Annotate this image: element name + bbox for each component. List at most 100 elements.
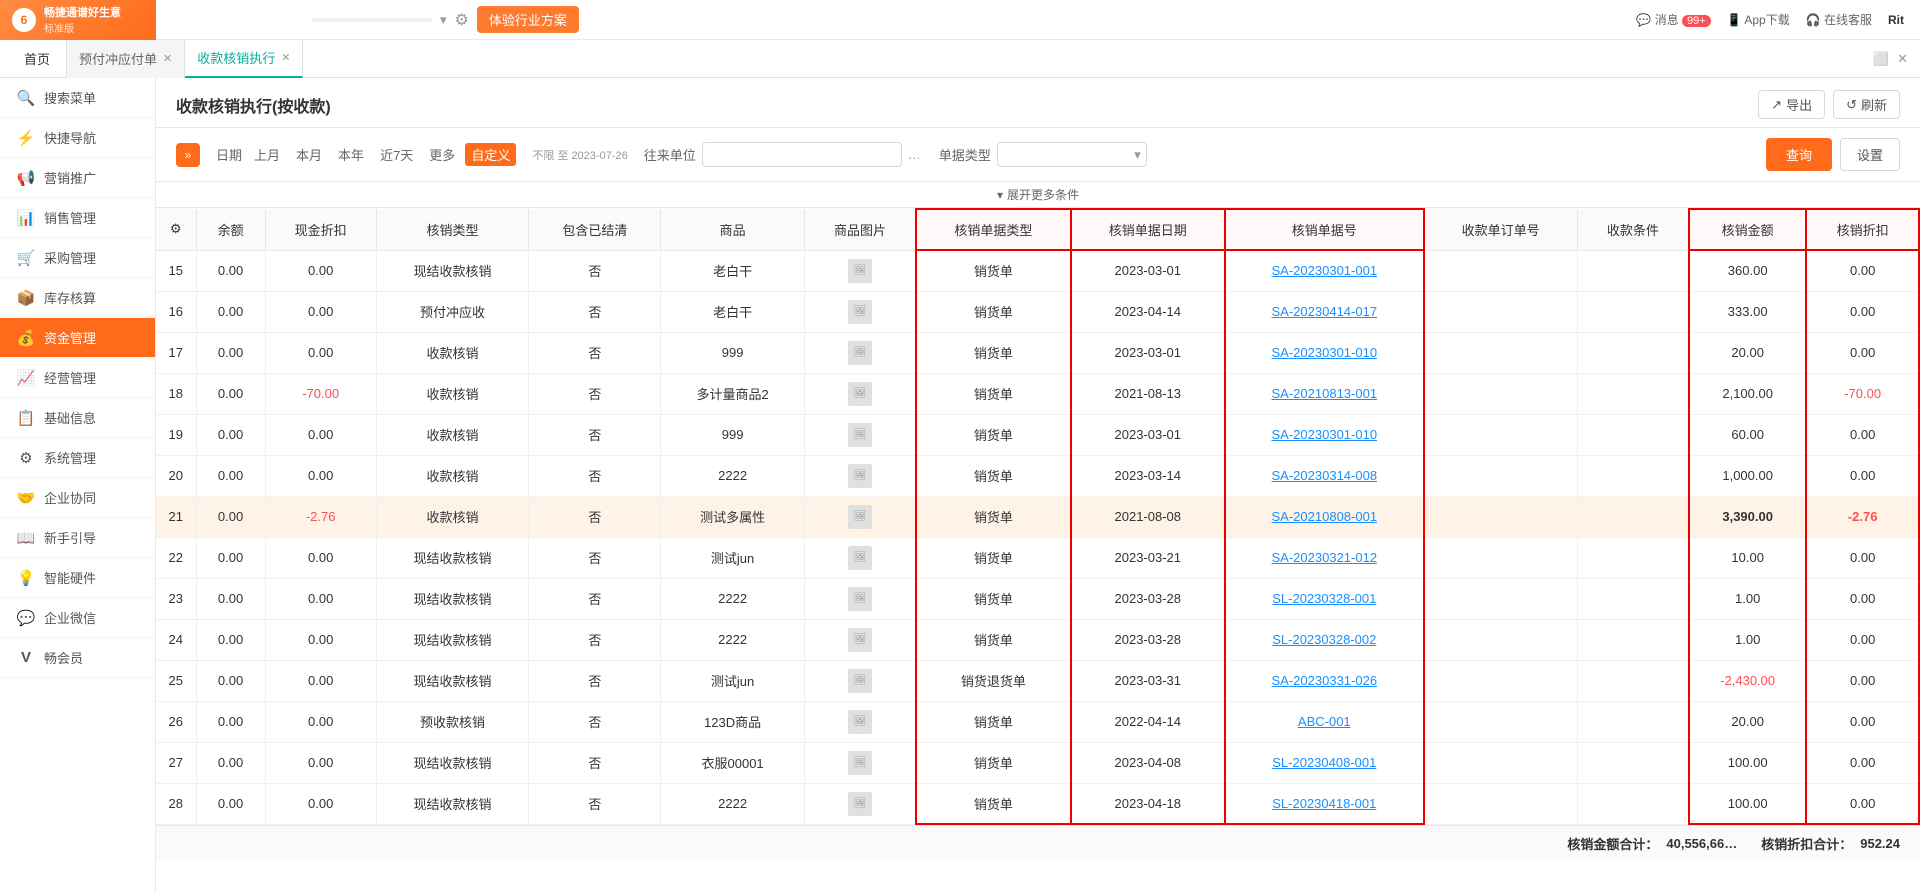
tab-prepay-close[interactable]: ✕ xyxy=(163,52,172,65)
date-this-year[interactable]: 本年 xyxy=(332,143,370,166)
doc-no-cell[interactable]: SA-20230301-010 xyxy=(1225,332,1424,373)
filter-toggle-btn[interactable]: » xyxy=(176,143,200,167)
doc-date-cell: 2023-03-01 xyxy=(1071,414,1225,455)
doc-no-cell[interactable]: SA-20230414-017 xyxy=(1225,291,1424,332)
th-doc-no: 核销单据号 xyxy=(1225,209,1424,250)
goods-img-cell: 🖼 xyxy=(804,291,916,332)
purchase-icon: 🛒 xyxy=(16,249,36,267)
sidebar-item-wechat[interactable]: 💬 企业微信 xyxy=(0,598,155,638)
has-settled-cell: 否 xyxy=(529,291,661,332)
setting-button[interactable]: 设置 xyxy=(1840,138,1900,171)
balance-cell: 0.00 xyxy=(196,660,265,701)
doc-no-cell[interactable]: SL-20230328-001 xyxy=(1225,578,1424,619)
sidebar-item-operation[interactable]: 📈 经营管理 xyxy=(0,358,155,398)
doc-no-cell[interactable]: SA-20230301-001 xyxy=(1225,250,1424,291)
date-last-month[interactable]: 上月 xyxy=(248,143,286,166)
goods-cell: 测试jun xyxy=(661,537,805,578)
doc-no-cell[interactable]: SL-20230328-002 xyxy=(1225,619,1424,660)
sidebar-item-member[interactable]: V 畅会员 xyxy=(0,638,155,678)
doc-no-cell[interactable]: SA-20230301-010 xyxy=(1225,414,1424,455)
app-download-btn[interactable]: 📱 App下载 xyxy=(1727,11,1790,28)
has-settled-cell: 否 xyxy=(529,578,661,619)
row-num: 19 xyxy=(156,414,196,455)
tab-writeoff[interactable]: 收款核销执行 ✕ xyxy=(185,40,303,78)
online-service-btn[interactable]: 🎧 在线客服 xyxy=(1806,11,1872,28)
main-layout: 🔍 搜索菜单 ⚡ 快捷导航 📢 营销推广 📊 销售管理 🛒 采购管理 📦 xyxy=(0,78,1920,893)
sidebar-item-inventory[interactable]: 📦 库存核算 xyxy=(0,278,155,318)
partner-input[interactable] xyxy=(702,142,902,167)
th-settings[interactable]: ⚙ xyxy=(156,209,196,250)
logo-text: 畅捷通谱好生意 xyxy=(44,4,121,20)
tab-close-all-icon[interactable]: ✕ xyxy=(1897,51,1908,67)
tab-home[interactable]: 首页 xyxy=(8,40,67,78)
doc-no-cell[interactable]: SA-20210813-001 xyxy=(1225,373,1424,414)
sidebar-item-search[interactable]: 🔍 搜索菜单 xyxy=(0,78,155,118)
sidebar-item-basic[interactable]: 📋 基础信息 xyxy=(0,398,155,438)
writeoff-discount-cell: -2.76 xyxy=(1806,496,1919,537)
tab-writeoff-close[interactable]: ✕ xyxy=(281,51,290,64)
voucher-type-select[interactable]: 销货单 销货退货单 xyxy=(997,142,1147,167)
sidebar-item-sales[interactable]: 📊 销售管理 xyxy=(0,198,155,238)
doc-no-cell[interactable]: SA-20230331-026 xyxy=(1225,660,1424,701)
date-custom[interactable]: 自定义 xyxy=(465,143,516,166)
goods-cell: 999 xyxy=(661,332,805,373)
sidebar-item-collab[interactable]: 🤝 企业协同 xyxy=(0,478,155,518)
tab-prepay[interactable]: 预付冲应付单 ✕ xyxy=(67,40,185,78)
writeoff-type-cell: 收款核销 xyxy=(376,373,529,414)
doc-date-cell: 2023-03-28 xyxy=(1071,578,1225,619)
goods-cell: 2222 xyxy=(661,783,805,824)
sidebar-item-finance[interactable]: 💰 资金管理 xyxy=(0,318,155,358)
doc-no-cell[interactable]: ABC-001 xyxy=(1225,701,1424,742)
user-label[interactable]: Rit xyxy=(1888,13,1904,27)
inventory-icon: 📦 xyxy=(16,289,36,307)
sidebar-item-quicknav[interactable]: ⚡ 快捷导航 xyxy=(0,118,155,158)
refresh-icon: ↺ xyxy=(1846,97,1857,113)
sidebar-menu: 🔍 搜索菜单 ⚡ 快捷导航 📢 营销推广 📊 销售管理 🛒 采购管理 📦 xyxy=(0,78,155,893)
filter-bar: » 日期 上月 本月 本年 近7天 更多 自定义 不限 至 2023-07-26… xyxy=(156,128,1920,182)
table-row: 200.000.00收款核销否2222🖼销货单2023-03-14SA-2023… xyxy=(156,455,1919,496)
refresh-button[interactable]: ↺ 刷新 xyxy=(1833,90,1900,119)
query-button[interactable]: 查询 xyxy=(1766,138,1832,171)
export-button[interactable]: ↗ 导出 xyxy=(1758,90,1825,119)
table-row: 250.000.00现结收款核销否测试jun🖼销货退货单2023-03-31SA… xyxy=(156,660,1919,701)
partner-dots[interactable]: … xyxy=(908,147,923,162)
doc-no-cell[interactable]: SL-20230418-001 xyxy=(1225,783,1424,824)
sidebar-item-hardware[interactable]: 💡 智能硬件 xyxy=(0,558,155,598)
writeoff-type-cell: 现结收款核销 xyxy=(376,660,529,701)
company-selector[interactable] xyxy=(312,18,432,22)
cash-discount-cell: 0.00 xyxy=(265,455,376,496)
goods-img-cell: 🖼 xyxy=(804,701,916,742)
doc-type-cell: 销货单 xyxy=(916,619,1070,660)
doc-no-cell[interactable]: SA-20230321-012 xyxy=(1225,537,1424,578)
doc-no-cell[interactable]: SL-20230408-001 xyxy=(1225,742,1424,783)
hardware-icon: 💡 xyxy=(16,569,36,587)
date-this-month[interactable]: 本月 xyxy=(290,143,328,166)
expand-conditions-btn[interactable]: ▾ 展开更多条件 xyxy=(997,186,1079,203)
doc-date-cell: 2023-03-01 xyxy=(1071,332,1225,373)
sidebar-item-guide[interactable]: 📖 新手引导 xyxy=(0,518,155,558)
writeoff-discount-cell: 0.00 xyxy=(1806,250,1919,291)
header-row: ⚙ 余额 现金折扣 核销类型 包含已结清 商品 商品图片 核销单据类型 核销单据… xyxy=(156,209,1919,250)
doc-no-cell[interactable]: SA-20210808-001 xyxy=(1225,496,1424,537)
column-settings-icon[interactable]: ⚙ xyxy=(170,221,182,236)
has-settled-cell: 否 xyxy=(529,660,661,701)
date-more[interactable]: 更多 xyxy=(423,143,461,166)
balance-cell: 0.00 xyxy=(196,701,265,742)
sidebar-item-purchase[interactable]: 🛒 采购管理 xyxy=(0,238,155,278)
balance-cell: 0.00 xyxy=(196,783,265,824)
sidebar-item-marketing[interactable]: 📢 营销推广 xyxy=(0,158,155,198)
gear-icon[interactable]: ⚙ xyxy=(455,10,469,30)
writeoff-amount-cell: 10.00 xyxy=(1689,537,1806,578)
chevron-down-icon[interactable]: ▾ xyxy=(440,12,447,28)
messages-btn[interactable]: 💬 消息 99+ xyxy=(1636,11,1710,28)
tab-expand-icon[interactable]: ⬜ xyxy=(1873,51,1889,67)
doc-no-cell[interactable]: SA-20230314-008 xyxy=(1225,455,1424,496)
sidebar: 🔍 搜索菜单 ⚡ 快捷导航 📢 营销推广 📊 销售管理 🛒 采购管理 📦 xyxy=(0,78,156,893)
balance-cell: 0.00 xyxy=(196,537,265,578)
sidebar-item-system[interactable]: ⚙ 系统管理 xyxy=(0,438,155,478)
expand-bar: ▾ 展开更多条件 xyxy=(156,182,1920,208)
date-7days[interactable]: 近7天 xyxy=(374,143,419,166)
main-table: ⚙ 余额 现金折扣 核销类型 包含已结清 商品 商品图片 核销单据类型 核销单据… xyxy=(156,208,1920,825)
table-row: 280.000.00现结收款核销否2222🖼销货单2023-04-18SL-20… xyxy=(156,783,1919,824)
industry-btn[interactable]: 体验行业方案 xyxy=(477,6,579,33)
